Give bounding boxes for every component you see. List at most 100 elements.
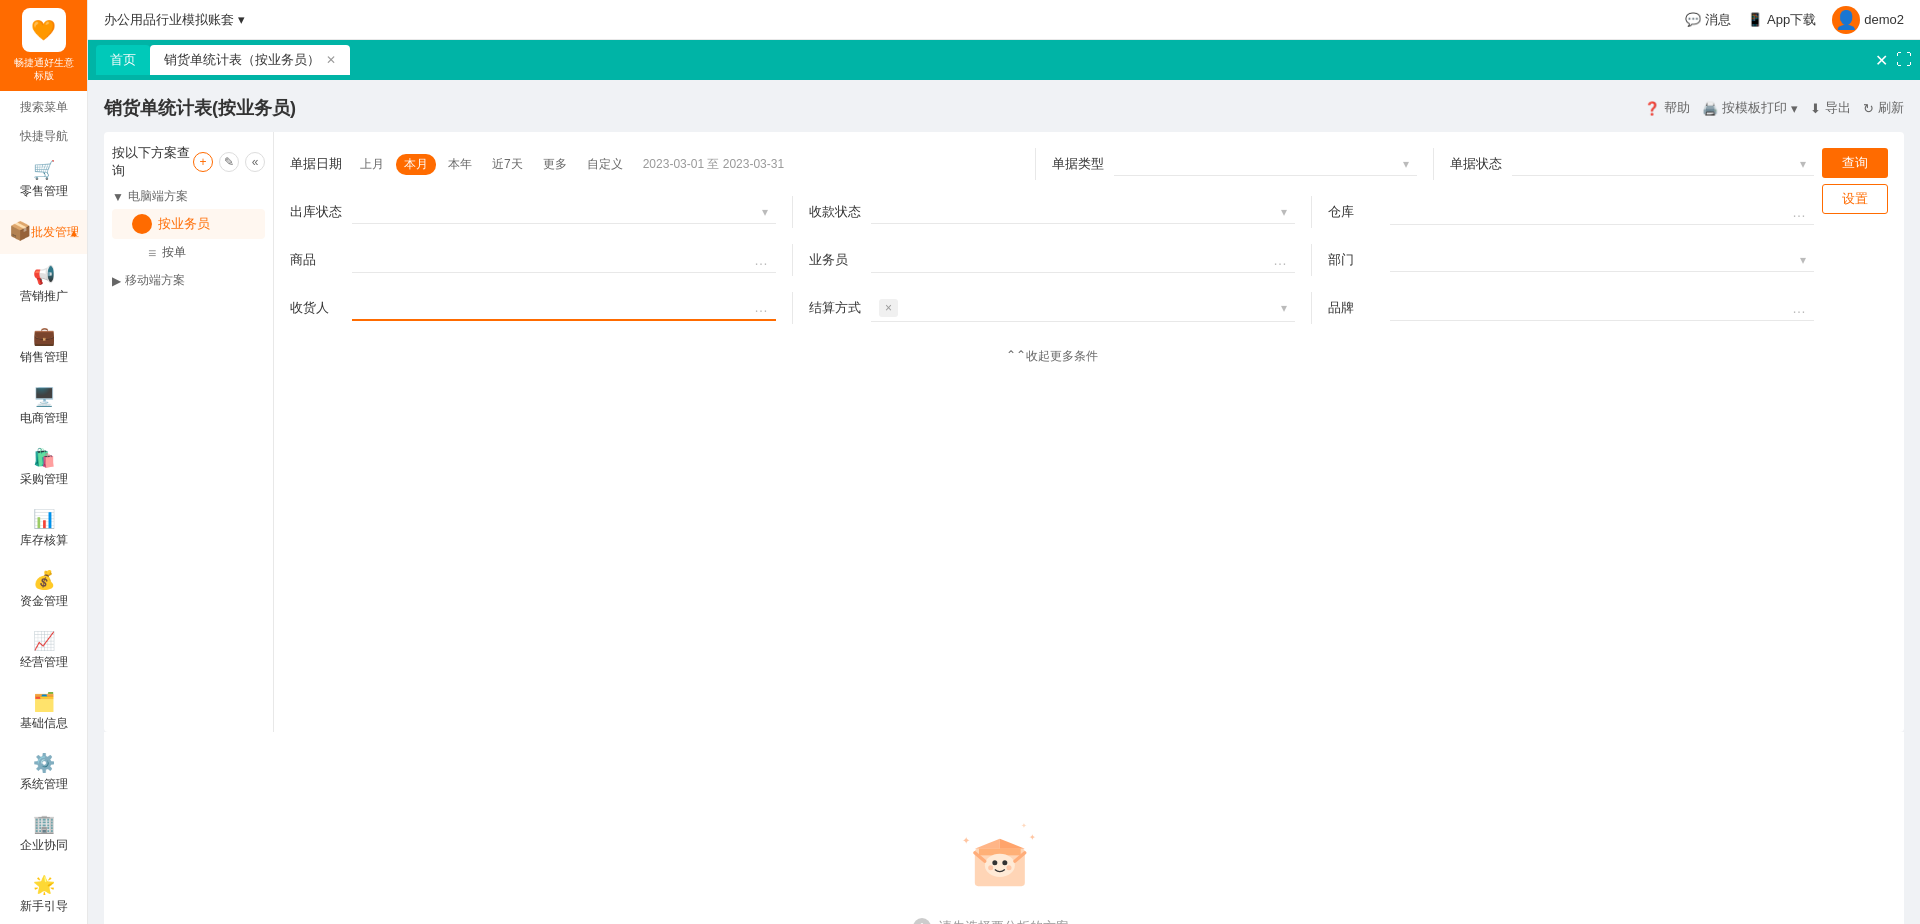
filter-form: 单据日期 上月 本月 本年 近7天 更多 自定义 2023-03-01 至 20… xyxy=(274,132,1904,732)
sidebar-item-enterprise[interactable]: 🏢 企业协同 xyxy=(0,803,87,864)
scheme-item-by-salesperson[interactable]: 按业务员 xyxy=(112,209,265,239)
tabbar: 首页 销货单统计表（按业务员） ✕ ✕ ⛶ xyxy=(88,40,1920,80)
tab-sales-stats[interactable]: 销货单统计表（按业务员） ✕ xyxy=(150,45,350,75)
search-menu[interactable]: 搜索菜单 xyxy=(0,91,87,124)
salesperson-dots-icon[interactable]: … xyxy=(1273,252,1287,268)
print-btn[interactable]: 🖨️ 按模板打印 ▾ xyxy=(1702,99,1798,117)
messages-btn[interactable]: 💬 消息 xyxy=(1685,11,1731,29)
brand-dots-icon[interactable]: … xyxy=(1792,300,1806,316)
department-select[interactable]: ▾ xyxy=(1390,249,1814,272)
logo-text: 畅捷通好生意 标版 xyxy=(14,56,74,83)
settings-button[interactable]: 设置 xyxy=(1822,184,1888,214)
sales-icon: 💼 xyxy=(33,325,55,347)
finance-icon: 💰 xyxy=(33,569,55,591)
export-btn[interactable]: ⬇ 导出 xyxy=(1810,99,1851,117)
out-status-select[interactable]: ▾ xyxy=(352,201,776,224)
collapse-scheme-btn[interactable]: « xyxy=(245,152,265,172)
content-panel: 按以下方案查询 + ✎ « ▼ 电脑端方案 按业务员 ≡ xyxy=(104,132,1904,732)
sidebar-item-marketing[interactable]: 📢 营销推广 xyxy=(0,254,87,315)
sidebar-item-inventory[interactable]: 📊 库存核算 xyxy=(0,498,87,559)
department-dropdown-icon: ▾ xyxy=(1800,253,1806,267)
settlement-label: 结算方式 xyxy=(809,299,863,317)
brand-field: 品牌 … xyxy=(1328,296,1814,321)
quick-nav[interactable]: 快捷导航 xyxy=(0,124,87,149)
marketing-icon: 📢 xyxy=(33,264,55,286)
settlement-field: 结算方式 × ▾ xyxy=(809,295,1295,322)
close-window-icon[interactable]: ✕ xyxy=(1875,51,1888,70)
mobile-section-arrow[interactable]: ▶ xyxy=(112,274,121,288)
date-label: 单据日期 xyxy=(290,155,344,173)
help-btn[interactable]: ❓ 帮助 xyxy=(1644,99,1690,117)
sidebar-item-retail[interactable]: 🛒 零售管理 xyxy=(0,149,87,210)
goods-input[interactable]: … xyxy=(352,248,776,273)
salesperson-label: 业务员 xyxy=(809,251,863,269)
tab-close-icon[interactable]: ✕ xyxy=(326,53,336,67)
desktop-section-arrow[interactable]: ▼ xyxy=(112,190,124,204)
doc-status-select[interactable]: ▾ xyxy=(1512,153,1815,176)
scheme-dot-icon xyxy=(132,214,152,234)
brand-input[interactable]: … xyxy=(1390,296,1814,321)
date-tab-this-month[interactable]: 本月 xyxy=(396,154,436,175)
date-tab-this-year[interactable]: 本年 xyxy=(440,154,480,175)
settlement-dropdown-icon: ▾ xyxy=(1281,301,1287,315)
app-switcher[interactable]: 办公用品行业模拟账套 ▾ xyxy=(104,11,245,29)
avatar: 👤 xyxy=(1832,6,1860,34)
user-menu[interactable]: 👤 demo2 xyxy=(1832,6,1904,34)
warehouse-dots-icon[interactable]: … xyxy=(1792,204,1806,220)
date-tab-last-month[interactable]: 上月 xyxy=(352,154,392,175)
settlement-select[interactable]: × ▾ xyxy=(871,295,1295,322)
add-scheme-btn[interactable]: + xyxy=(193,152,213,172)
refresh-btn[interactable]: ↻ 刷新 xyxy=(1863,99,1904,117)
settlement-clear-btn[interactable]: × xyxy=(885,301,892,315)
svg-point-6 xyxy=(1007,865,1012,870)
salesperson-input[interactable]: … xyxy=(871,248,1295,273)
consignee-dots-icon[interactable]: … xyxy=(754,299,768,315)
sidebar-item-system[interactable]: ⚙️ 系统管理 xyxy=(0,742,87,803)
maximize-icon[interactable]: ⛶ xyxy=(1896,51,1912,70)
page-title: 销货单统计表(按业务员) xyxy=(104,96,296,120)
sidebar-item-newbie[interactable]: 🌟 新手引导 xyxy=(0,864,87,924)
sidebar-item-ecommerce[interactable]: 🖥️ 电商管理 xyxy=(0,376,87,437)
date-tab-last-7-days[interactable]: 近7天 xyxy=(484,154,531,175)
divider-7 xyxy=(792,292,793,324)
filter-schemes-header: 按以下方案查询 + ✎ « xyxy=(112,144,265,180)
svg-text:✦: ✦ xyxy=(1029,832,1036,842)
scheme-item-by-order[interactable]: ≡ 按单 xyxy=(112,239,265,266)
warehouse-input[interactable]: … xyxy=(1390,200,1814,225)
date-tab-custom[interactable]: 自定义 xyxy=(579,154,631,175)
message-icon: 💬 xyxy=(1685,12,1701,27)
refresh-icon: ↻ xyxy=(1863,101,1874,116)
sidebar-item-finance[interactable]: 💰 资金管理 xyxy=(0,559,87,620)
payment-status-dropdown-icon: ▾ xyxy=(1281,205,1287,219)
payment-status-select[interactable]: ▾ xyxy=(871,201,1295,224)
sidebar-item-sales[interactable]: 💼 销售管理 xyxy=(0,315,87,376)
doc-type-select[interactable]: ▾ xyxy=(1114,153,1417,176)
sidebar-item-basic[interactable]: 🗂️ 基础信息 xyxy=(0,681,87,742)
date-tabs: 上月 本月 本年 近7天 更多 自定义 xyxy=(352,154,631,175)
help-icon: ❓ xyxy=(1644,101,1660,116)
sidebar-item-operations[interactable]: 📈 经营管理 xyxy=(0,620,87,681)
doc-type-field: 单据类型 ▾ xyxy=(1052,153,1417,176)
empty-illustration: ✦ ✦ ✦ xyxy=(954,812,1054,902)
consignee-label: 收货人 xyxy=(290,299,344,317)
payment-status-field: 收款状态 ▾ xyxy=(809,201,1295,224)
goods-label: 商品 xyxy=(290,251,344,269)
consignee-input[interactable]: … xyxy=(352,295,776,321)
sidebar-item-purchase[interactable]: 🛍️ 采购管理 xyxy=(0,437,87,498)
svg-point-3 xyxy=(992,860,997,865)
sidebar-item-wholesale[interactable]: 📦 批发管理 ▲ xyxy=(0,210,87,254)
collapse-more-btn[interactable]: ⌃⌃ 收起更多条件 xyxy=(290,340,1814,373)
date-field: 单据日期 上月 本月 本年 近7天 更多 自定义 2023-03-01 至 20… xyxy=(290,154,1019,175)
out-status-dropdown-icon: ▾ xyxy=(762,205,768,219)
query-button[interactable]: 查询 xyxy=(1822,148,1888,178)
divider-1 xyxy=(1035,148,1036,180)
date-tab-more[interactable]: 更多 xyxy=(535,154,575,175)
date-range-display: 2023-03-01 至 2023-03-31 xyxy=(643,156,784,173)
retail-icon: 🛒 xyxy=(33,159,55,181)
filter-schemes-panel: 按以下方案查询 + ✎ « ▼ 电脑端方案 按业务员 ≡ xyxy=(104,132,274,732)
app-download-btn[interactable]: 📱 App下载 xyxy=(1747,11,1816,29)
edit-scheme-btn[interactable]: ✎ xyxy=(219,152,239,172)
goods-dots-icon[interactable]: … xyxy=(754,252,768,268)
tab-home[interactable]: 首页 xyxy=(96,45,150,75)
filter-row-2: 出库状态 ▾ 收款状态 ▾ xyxy=(290,196,1814,228)
